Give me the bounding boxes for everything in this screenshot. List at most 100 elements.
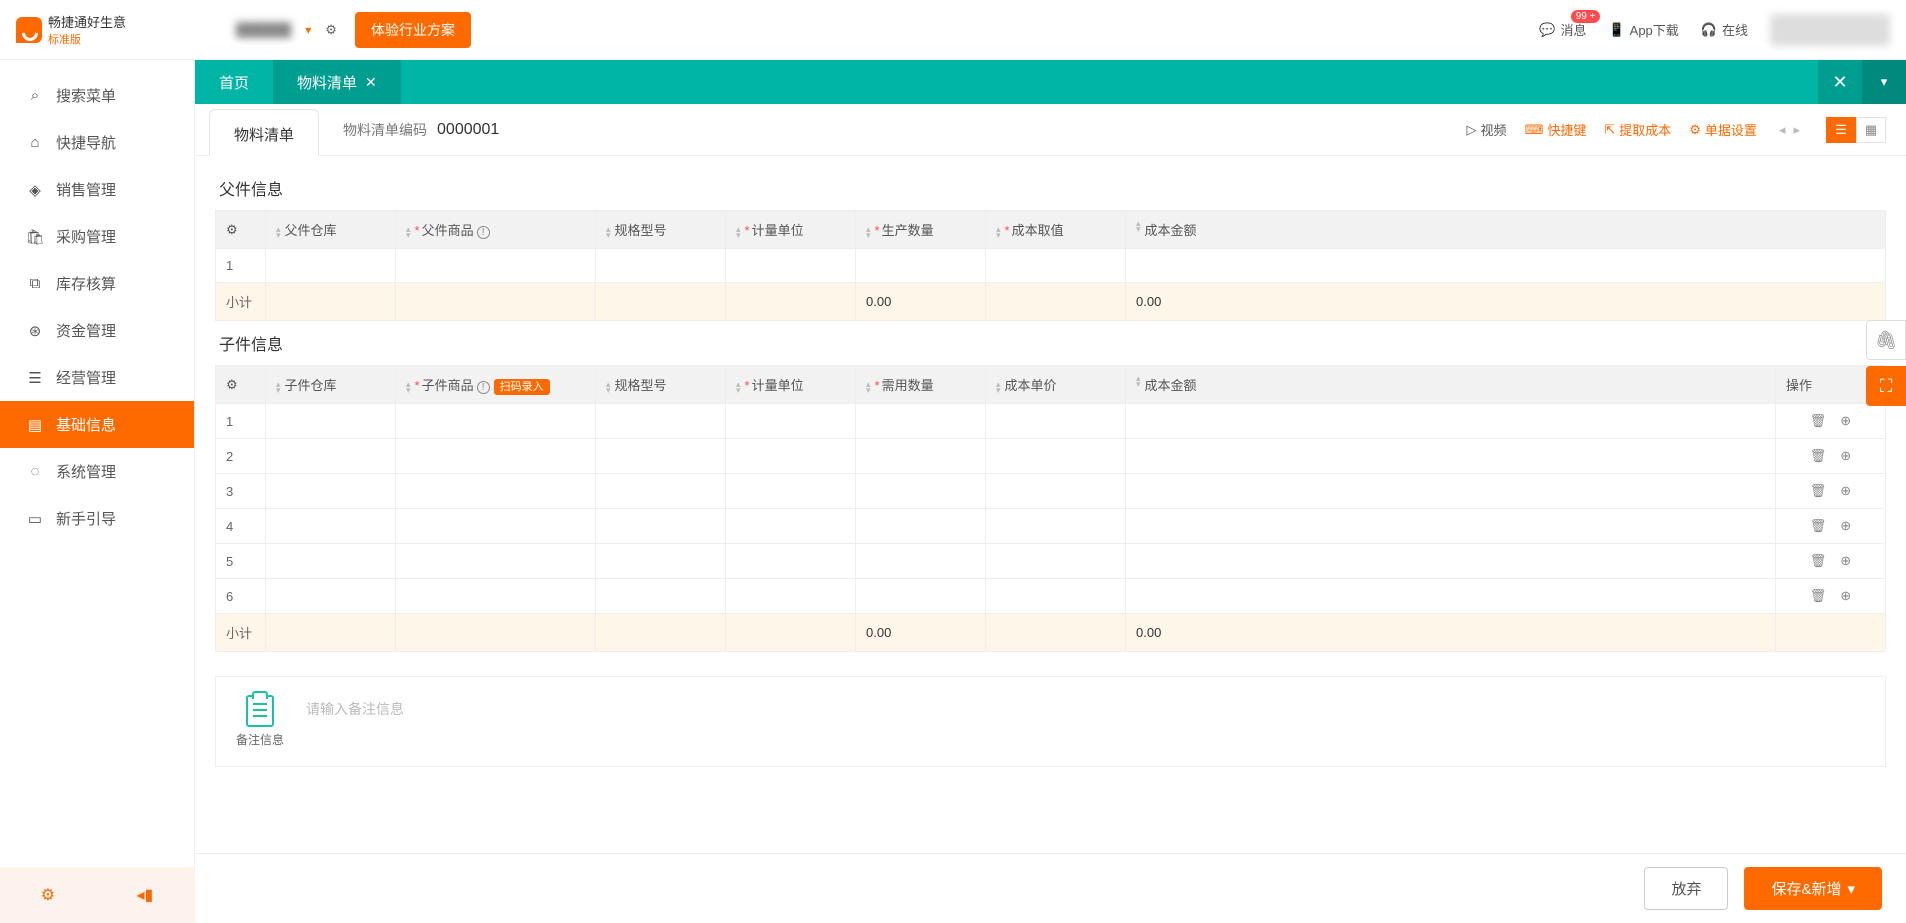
- cell[interactable]: [1126, 544, 1776, 579]
- parent-row[interactable]: 1: [216, 249, 1886, 283]
- user-avatar-blurred[interactable]: [1770, 14, 1890, 46]
- sidebar-item-search[interactable]: ⌕ 搜索菜单: [0, 72, 194, 119]
- cell[interactable]: [266, 509, 396, 544]
- cell[interactable]: [266, 579, 396, 614]
- delete-row-icon[interactable]: 🗑: [1810, 448, 1827, 464]
- company-select[interactable]: ██████ ▾ ⚙ 体验行业方案: [236, 12, 476, 48]
- cell[interactable]: [266, 544, 396, 579]
- cell[interactable]: [986, 474, 1126, 509]
- col-child-spec[interactable]: ▴▾规格型号: [596, 366, 726, 404]
- cell[interactable]: [856, 249, 986, 283]
- cell[interactable]: [856, 439, 986, 474]
- prev-record-button[interactable]: ◂: [1779, 122, 1786, 138]
- cell[interactable]: [986, 249, 1126, 283]
- cell[interactable]: [726, 439, 856, 474]
- cell[interactable]: [726, 544, 856, 579]
- col-parent-cost-method[interactable]: ▴▾*成本取值: [986, 211, 1126, 249]
- cell[interactable]: [726, 579, 856, 614]
- scan-input-tag[interactable]: 扫码录入: [494, 379, 550, 395]
- sidebar-item-business[interactable]: ☰ 经营管理: [0, 354, 194, 401]
- cell[interactable]: [726, 404, 856, 439]
- col-parent-unit[interactable]: ▴▾*计量单位: [726, 211, 856, 249]
- child-row[interactable]: 5🗑⊕: [216, 544, 1886, 579]
- cell[interactable]: [726, 249, 856, 283]
- cell[interactable]: [396, 439, 596, 474]
- col-child-unit[interactable]: ▴▾*计量单位: [726, 366, 856, 404]
- cell[interactable]: [396, 579, 596, 614]
- doc-settings-link[interactable]: ⚙ 单据设置: [1689, 120, 1757, 139]
- cell[interactable]: [596, 439, 726, 474]
- sidebar-item-sales[interactable]: ◈ 销售管理: [0, 166, 194, 213]
- sidebar-item-system[interactable]: ◌ 系统管理: [0, 448, 194, 495]
- col-child-product[interactable]: ▴▾*子件商品!扫码录入: [396, 366, 596, 404]
- sidebar-item-purchase[interactable]: 🛍 采购管理: [0, 213, 194, 260]
- sidebar-item-guide[interactable]: ▭ 新手引导: [0, 495, 194, 542]
- fullscreen-button[interactable]: ⛶: [1866, 366, 1906, 406]
- col-parent-product[interactable]: ▴▾*父件商品!: [396, 211, 596, 249]
- cell[interactable]: [596, 579, 726, 614]
- discard-button[interactable]: 放弃: [1644, 867, 1728, 910]
- delete-row-icon[interactable]: 🗑: [1810, 483, 1827, 499]
- add-row-icon[interactable]: ⊕: [1840, 413, 1851, 429]
- gear-icon[interactable]: ⚙: [325, 22, 337, 38]
- chevron-down-icon[interactable]: ▾: [305, 23, 311, 37]
- card-view-button[interactable]: ▦: [1856, 117, 1886, 143]
- add-row-icon[interactable]: ⊕: [1840, 553, 1851, 569]
- download-button[interactable]: 📱 App下载: [1608, 20, 1678, 39]
- cell[interactable]: [396, 509, 596, 544]
- collapse-icon[interactable]: ◂▮: [136, 885, 153, 905]
- cell[interactable]: [986, 404, 1126, 439]
- info-icon[interactable]: !: [477, 381, 490, 394]
- col-child-cost-amount[interactable]: ▴▾成本金额: [1126, 366, 1776, 404]
- messages-button[interactable]: 💬 消息 99 +: [1539, 20, 1586, 39]
- cell[interactable]: [1126, 509, 1776, 544]
- online-support-button[interactable]: 🎧 在线: [1701, 20, 1748, 39]
- next-record-button[interactable]: ▸: [1793, 122, 1800, 138]
- col-parent-warehouse[interactable]: ▴▾父件仓库: [266, 211, 396, 249]
- cell[interactable]: [266, 474, 396, 509]
- col-child-qty[interactable]: ▴▾*需用数量: [856, 366, 986, 404]
- delete-row-icon[interactable]: 🗑: [1810, 413, 1827, 429]
- cell[interactable]: [396, 474, 596, 509]
- cell[interactable]: [596, 404, 726, 439]
- cell[interactable]: [266, 439, 396, 474]
- add-row-icon[interactable]: ⊕: [1840, 588, 1851, 604]
- gear-column[interactable]: ⚙: [216, 366, 266, 404]
- extract-cost-link[interactable]: ⇱ 提取成本: [1604, 120, 1671, 139]
- close-all-tabs-button[interactable]: ✕: [1818, 60, 1862, 104]
- logo[interactable]: 畅捷通好生意 标准版: [16, 12, 196, 47]
- col-parent-qty[interactable]: ▴▾*生产数量: [856, 211, 986, 249]
- cell[interactable]: [596, 249, 726, 283]
- cell[interactable]: [596, 474, 726, 509]
- cell[interactable]: [856, 579, 986, 614]
- col-child-warehouse[interactable]: ▴▾子件仓库: [266, 366, 396, 404]
- save-new-button[interactable]: 保存&新增 ▾: [1744, 867, 1882, 910]
- cell[interactable]: [726, 474, 856, 509]
- cell[interactable]: [856, 474, 986, 509]
- child-row[interactable]: 3🗑⊕: [216, 474, 1886, 509]
- sidebar-item-nav[interactable]: ⌂ 快捷导航: [0, 119, 194, 166]
- close-icon[interactable]: ✕: [365, 74, 377, 91]
- shortcut-link[interactable]: ⌨ 快捷键: [1525, 120, 1587, 139]
- sidebar-item-basedata[interactable]: ▤ 基础信息: [0, 401, 194, 448]
- attachment-button[interactable]: 🖇: [1866, 320, 1906, 360]
- sidebar-item-inventory[interactable]: ⧉ 库存核算: [0, 260, 194, 307]
- expand-tabs-button[interactable]: ▾: [1862, 60, 1906, 104]
- cell[interactable]: [396, 544, 596, 579]
- cell[interactable]: [1126, 579, 1776, 614]
- cell[interactable]: [986, 544, 1126, 579]
- cell[interactable]: [986, 509, 1126, 544]
- cell[interactable]: [986, 439, 1126, 474]
- child-row[interactable]: 6🗑⊕: [216, 579, 1886, 614]
- add-row-icon[interactable]: ⊕: [1840, 483, 1851, 499]
- doc-type-tab[interactable]: 物料清单: [209, 109, 319, 159]
- cell[interactable]: [856, 544, 986, 579]
- list-view-button[interactable]: ☰: [1826, 117, 1856, 143]
- cell[interactable]: [986, 579, 1126, 614]
- cell[interactable]: [596, 544, 726, 579]
- settings-icon[interactable]: ⚙: [41, 885, 55, 905]
- cell[interactable]: [396, 249, 596, 283]
- cell[interactable]: [856, 509, 986, 544]
- col-parent-spec[interactable]: ▴▾规格型号: [596, 211, 726, 249]
- gear-column[interactable]: ⚙: [216, 211, 266, 249]
